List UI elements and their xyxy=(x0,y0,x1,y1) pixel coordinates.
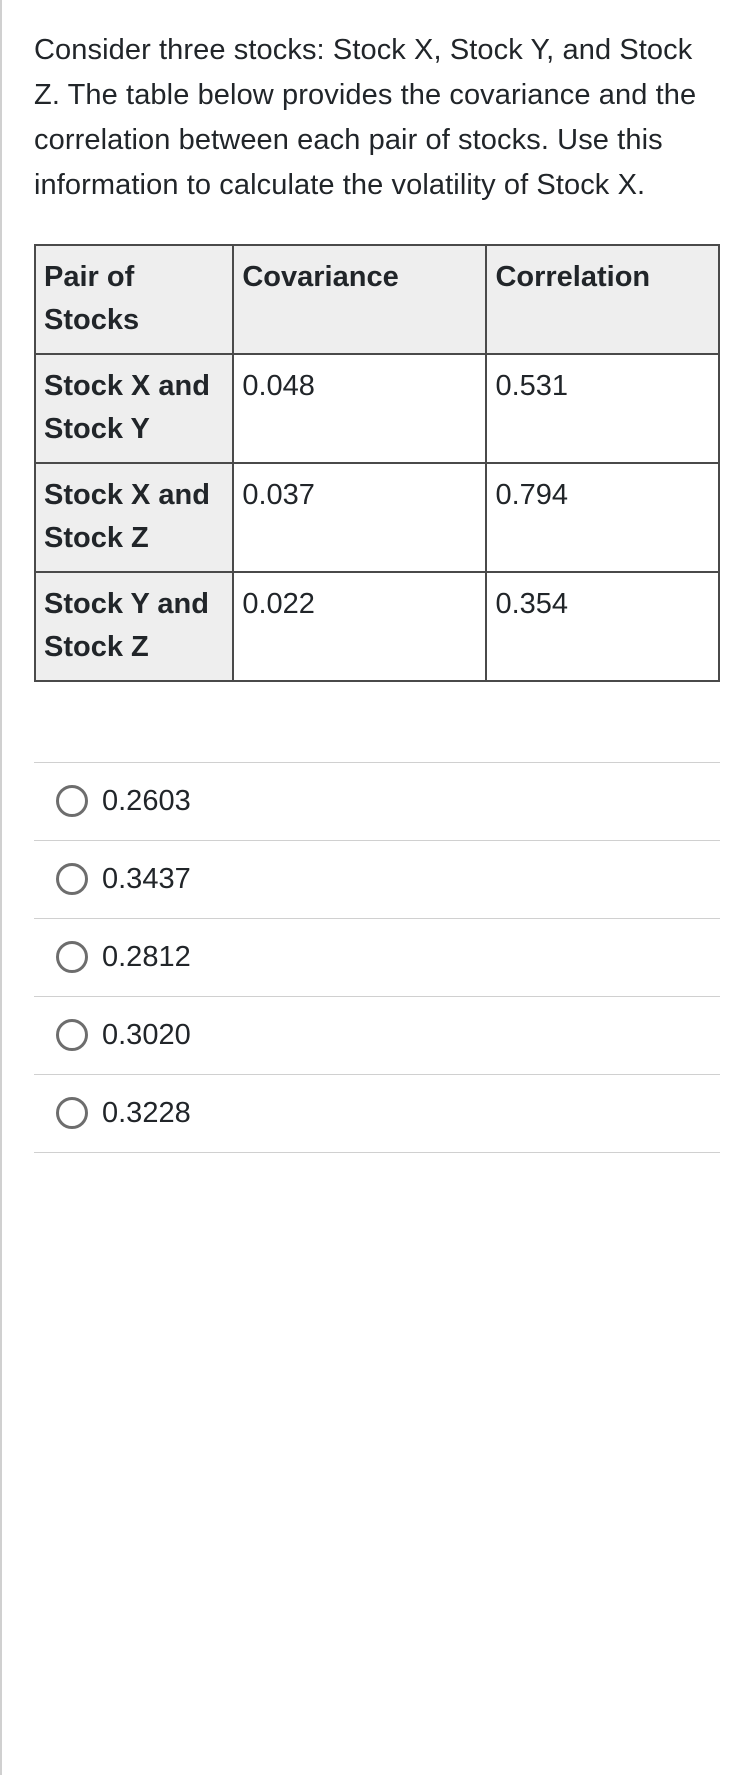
table-row: Stock Y and Stock Z 0.022 0.354 xyxy=(35,572,719,681)
table-header-correlation: Correlation xyxy=(486,245,719,354)
option-row[interactable]: 0.2603 xyxy=(34,762,720,840)
question-container: Consider three stocks: Stock X, Stock Y,… xyxy=(0,0,752,1775)
option-label: 0.3228 xyxy=(102,1097,191,1130)
table-header-covariance: Covariance xyxy=(233,245,486,354)
question-text: Consider three stocks: Stock X, Stock Y,… xyxy=(34,28,720,208)
cell-pair: Stock X and Stock Y xyxy=(35,354,233,463)
option-row[interactable]: 0.2812 xyxy=(34,918,720,996)
radio-icon[interactable] xyxy=(56,941,88,973)
radio-icon[interactable] xyxy=(56,785,88,817)
option-row[interactable]: 0.3437 xyxy=(34,840,720,918)
radio-icon[interactable] xyxy=(56,1097,88,1129)
cell-correlation: 0.354 xyxy=(486,572,719,681)
option-label: 0.2603 xyxy=(102,785,191,818)
cell-correlation: 0.531 xyxy=(486,354,719,463)
answer-options: 0.2603 0.3437 0.2812 0.3020 0.3228 xyxy=(34,762,720,1153)
data-table: Pair of Stocks Covariance Correlation St… xyxy=(34,244,720,682)
option-label: 0.3020 xyxy=(102,1019,191,1052)
cell-pair: Stock Y and Stock Z xyxy=(35,572,233,681)
cell-covariance: 0.048 xyxy=(233,354,486,463)
table-row: Stock X and Stock Z 0.037 0.794 xyxy=(35,463,719,572)
table-header-pair: Pair of Stocks xyxy=(35,245,233,354)
option-row[interactable]: 0.3228 xyxy=(34,1074,720,1153)
cell-covariance: 0.037 xyxy=(233,463,486,572)
option-row[interactable]: 0.3020 xyxy=(34,996,720,1074)
option-label: 0.3437 xyxy=(102,863,191,896)
option-label: 0.2812 xyxy=(102,941,191,974)
table-row: Stock X and Stock Y 0.048 0.531 xyxy=(35,354,719,463)
radio-icon[interactable] xyxy=(56,863,88,895)
cell-correlation: 0.794 xyxy=(486,463,719,572)
cell-pair: Stock X and Stock Z xyxy=(35,463,233,572)
cell-covariance: 0.022 xyxy=(233,572,486,681)
radio-icon[interactable] xyxy=(56,1019,88,1051)
